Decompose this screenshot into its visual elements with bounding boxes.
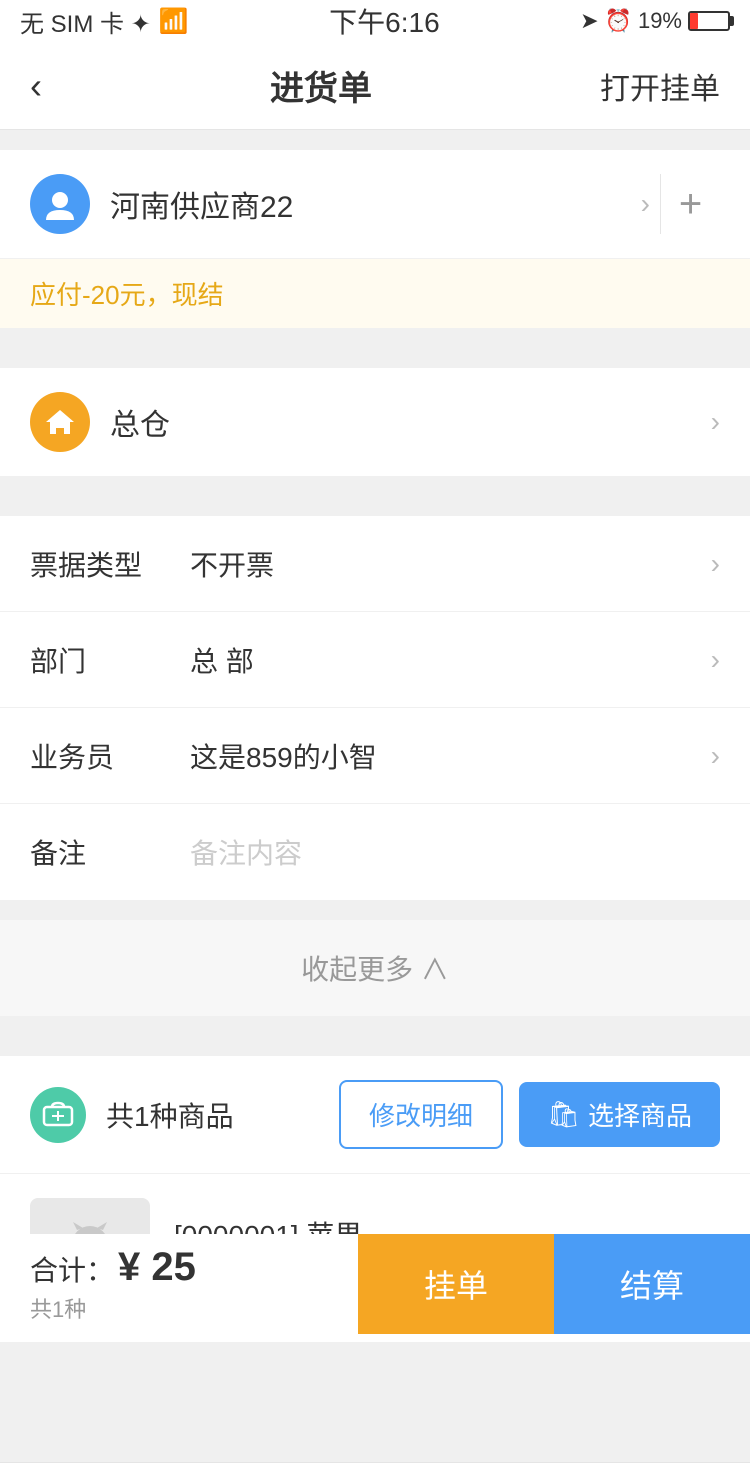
- supplier-avatar: [30, 174, 90, 234]
- chevron-right-icon-2: ›: [711, 406, 720, 438]
- sales-row[interactable]: 业务员 这是859的小智 ›: [0, 708, 750, 804]
- supplier-name: 河南供应商22: [110, 182, 641, 226]
- status-right: ➤ ⏰ 19%: [580, 8, 730, 34]
- hang-button[interactable]: 挂单: [358, 1234, 554, 1334]
- battery-percent: 19%: [638, 8, 682, 34]
- invoice-label: 票据类型: [30, 544, 190, 584]
- supplier-row[interactable]: 河南供应商22 › +: [0, 150, 750, 259]
- open-hang-button[interactable]: 打开挂单: [600, 64, 720, 108]
- products-header: 共1种商品 修改明细 🛍 选择商品: [0, 1056, 750, 1174]
- back-button[interactable]: ‹: [30, 65, 42, 107]
- status-left: 无 SIM 卡 ✦ 📶: [20, 4, 189, 39]
- warehouse-row[interactable]: 总仓 ›: [0, 368, 750, 476]
- products-count: 共1种商品: [106, 1095, 339, 1135]
- products-icon: [30, 1087, 86, 1143]
- dept-value: 总 部: [190, 640, 711, 680]
- alarm-icon: ⏰: [605, 8, 632, 34]
- total-sub: 共1种: [30, 1292, 328, 1324]
- checkout-button[interactable]: 结算: [554, 1234, 750, 1334]
- user-icon: [42, 186, 78, 222]
- page-title: 进货单: [270, 61, 372, 110]
- invoice-value: 不开票: [190, 544, 711, 584]
- dept-label: 部门: [30, 640, 190, 680]
- battery-icon: [688, 11, 730, 31]
- select-icon: 🛍: [547, 1099, 580, 1130]
- notice-bar: 应付-20元，现结: [0, 259, 750, 328]
- remark-row[interactable]: 备注 备注内容: [0, 804, 750, 900]
- divider-4: [0, 1016, 750, 1036]
- chevron-right-icon-5: ›: [711, 740, 720, 772]
- status-time: 下午6:16: [329, 1, 440, 41]
- select-product-button[interactable]: 🛍 选择商品: [519, 1082, 720, 1147]
- chevron-right-icon-4: ›: [711, 644, 720, 676]
- collapse-bar[interactable]: 收起更多 ∧: [0, 920, 750, 1016]
- bottom-bar: 合计： ¥ 25 共1种 挂单 结算: [0, 1234, 750, 1334]
- warehouse-name: 总仓: [110, 400, 711, 444]
- chevron-right-icon: ›: [641, 188, 650, 220]
- bottom-spacer: [0, 1342, 750, 1462]
- cart-icon: [42, 1101, 74, 1129]
- modify-detail-button[interactable]: 修改明细: [339, 1080, 503, 1149]
- warehouse-icon: [30, 392, 90, 452]
- sales-value: 这是859的小智: [190, 736, 711, 776]
- total-label: 合计：: [30, 1249, 114, 1289]
- wifi-icon: 📶: [159, 7, 189, 36]
- supplier-card: 河南供应商22 › + 应付-20元，现结: [0, 150, 750, 328]
- divider-2: [0, 328, 750, 348]
- dept-row[interactable]: 部门 总 部 ›: [0, 612, 750, 708]
- divider-1: [0, 130, 750, 150]
- location-icon: ➤: [580, 8, 598, 34]
- chevron-right-icon-3: ›: [711, 548, 720, 580]
- status-bar: 无 SIM 卡 ✦ 📶 下午6:16 ➤ ⏰ 19%: [0, 0, 750, 42]
- remark-label: 备注: [30, 832, 190, 872]
- total-amount: ¥ 25: [118, 1245, 196, 1290]
- add-supplier-button[interactable]: +: [660, 174, 720, 234]
- sim-label: 无 SIM 卡 ✦: [20, 4, 151, 39]
- invoice-row[interactable]: 票据类型 不开票 ›: [0, 516, 750, 612]
- house-icon: [44, 406, 76, 438]
- form-section: 票据类型 不开票 › 部门 总 部 › 业务员 这是859的小智 › 备注 备注…: [0, 516, 750, 900]
- total-section: 合计： ¥ 25 共1种: [0, 1234, 358, 1334]
- nav-bar: ‹ 进货单 打开挂单: [0, 42, 750, 130]
- sales-label: 业务员: [30, 736, 190, 776]
- divider-3: [0, 476, 750, 496]
- remark-input[interactable]: 备注内容: [190, 832, 720, 872]
